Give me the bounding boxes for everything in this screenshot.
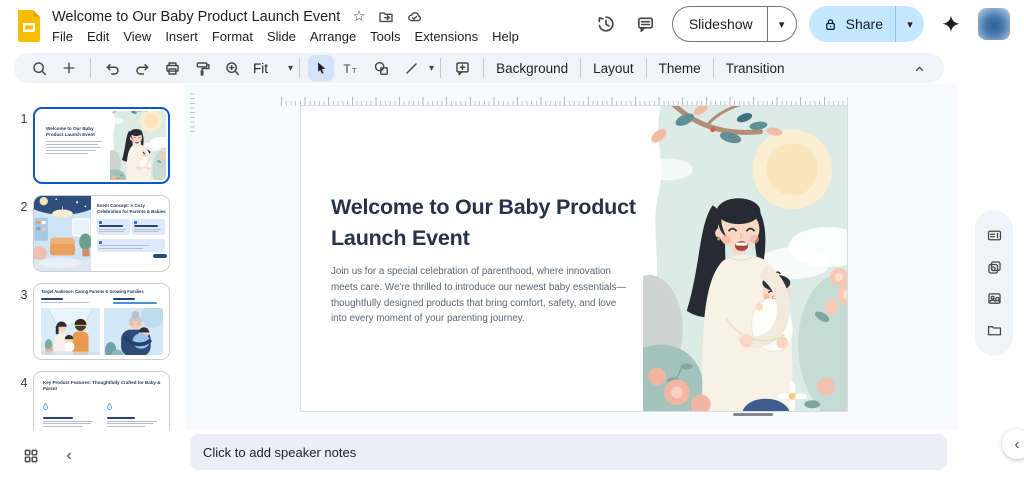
thumb2-pill bbox=[153, 254, 167, 258]
paint-format-icon[interactable] bbox=[189, 55, 215, 81]
copies-at-icon[interactable] bbox=[982, 255, 1006, 279]
main-area: Welcome to Our Baby Product Launch Event… bbox=[0, 84, 1024, 485]
shape-tool-icon[interactable] bbox=[368, 55, 394, 81]
folder-icon[interactable] bbox=[982, 318, 1006, 342]
share-button[interactable]: Share ▾ bbox=[809, 6, 924, 42]
slideshow-button[interactable]: Slideshow ▾ bbox=[672, 6, 797, 42]
theme-button[interactable]: Theme bbox=[653, 61, 707, 76]
print-icon[interactable] bbox=[159, 55, 185, 81]
line-tool-icon[interactable] bbox=[398, 55, 424, 81]
toolbar-divider bbox=[440, 58, 441, 78]
new-slide-icon[interactable] bbox=[56, 55, 82, 81]
slide-thumbnail-3[interactable]: Target Audience: Caring Parents & Growin… bbox=[33, 283, 170, 360]
thumb2-title: Event Concept: A Cozy Celebration for Pa… bbox=[97, 203, 167, 215]
menu-view[interactable]: View bbox=[116, 29, 158, 44]
top-bar: Welcome to Our Baby Product Launch Event… bbox=[0, 0, 1024, 48]
slide-number: 3 bbox=[16, 288, 32, 302]
menu-tools[interactable]: Tools bbox=[363, 29, 407, 44]
thumb2-room-illustration bbox=[34, 196, 91, 271]
comment-history-icon[interactable] bbox=[632, 10, 660, 38]
share-dropdown[interactable]: ▾ bbox=[896, 18, 924, 31]
slide-filmstrip: 1 Welcome to Our Baby Product Launch Eve… bbox=[0, 84, 185, 430]
menu-insert[interactable]: Insert bbox=[158, 29, 205, 44]
slide-thumbnail-1[interactable]: Welcome to Our Baby Product Launch Event bbox=[33, 107, 170, 184]
zoom-fit-select[interactable]: Fit ▾ bbox=[247, 61, 293, 76]
toolbar-divider bbox=[713, 58, 714, 78]
menu-format[interactable]: Format bbox=[205, 29, 260, 44]
menu-help[interactable]: Help bbox=[485, 29, 526, 44]
toolbar-divider bbox=[299, 58, 300, 78]
redo-icon[interactable] bbox=[129, 55, 155, 81]
layout-button[interactable]: Layout bbox=[587, 61, 640, 76]
collapse-toolbar-icon[interactable] bbox=[906, 55, 932, 81]
menu-arrange[interactable]: Arrange bbox=[303, 29, 363, 44]
slides-logo-icon[interactable] bbox=[16, 8, 42, 42]
version-history-icon[interactable] bbox=[592, 10, 620, 38]
slide-canvas: Welcome to Our Baby Product Launch Event… bbox=[185, 84, 958, 430]
undo-icon[interactable] bbox=[99, 55, 125, 81]
current-slide[interactable]: Welcome to Our Baby Product Launch Event… bbox=[300, 105, 848, 412]
select-tool-icon[interactable] bbox=[308, 55, 334, 81]
search-menus-icon[interactable] bbox=[26, 55, 52, 81]
slide-title-line2: Launch Event bbox=[331, 223, 651, 254]
background-button[interactable]: Background bbox=[490, 61, 574, 76]
toolbar-divider bbox=[90, 58, 91, 78]
move-folder-icon[interactable] bbox=[378, 9, 394, 25]
line-tool-caret-icon[interactable]: ▾ bbox=[429, 63, 434, 74]
toolbar: Fit ▾ TT ▾ Background Layout Theme Trans… bbox=[14, 53, 944, 83]
thumb4-title: Key Product Features: Thoughtfully Craft… bbox=[43, 380, 161, 392]
insert-comment-icon[interactable] bbox=[449, 55, 475, 81]
lock-icon bbox=[823, 17, 838, 32]
vertical-ruler bbox=[186, 92, 195, 132]
fit-caret-icon: ▾ bbox=[288, 63, 293, 74]
mother-baby-illustration[interactable] bbox=[643, 106, 847, 411]
menu-extensions[interactable]: Extensions bbox=[408, 29, 486, 44]
droplet-icon bbox=[107, 403, 112, 410]
zoom-in-icon[interactable] bbox=[219, 55, 245, 81]
toolbar-divider bbox=[646, 58, 647, 78]
slide-title-line1: Welcome to Our Baby Product bbox=[331, 192, 651, 223]
droplet-icon bbox=[43, 403, 48, 410]
user-avatar[interactable] bbox=[978, 8, 1010, 40]
collapse-side-panel-button[interactable]: ‹ bbox=[1002, 429, 1024, 459]
slide-number: 2 bbox=[16, 200, 32, 214]
star-icon[interactable]: ☆ bbox=[352, 9, 365, 24]
thumb3-grandma-illustration bbox=[104, 308, 163, 355]
thumb3-family-illustration bbox=[41, 308, 100, 355]
text-box-icon[interactable]: TT bbox=[338, 55, 364, 81]
side-panel bbox=[975, 210, 1013, 356]
image-search-icon[interactable] bbox=[982, 287, 1006, 311]
thumb1-title: Welcome to Our Baby Product Launch Event bbox=[46, 126, 110, 138]
slide-body-textbox[interactable]: Join us for a special celebration of par… bbox=[331, 264, 633, 327]
canvas-scrollbar[interactable] bbox=[733, 413, 773, 416]
contact-card-icon[interactable] bbox=[982, 224, 1006, 248]
bottom-bar: ‹ Click to add speaker notes bbox=[0, 430, 1024, 485]
svg-text:T: T bbox=[352, 65, 357, 74]
menu-bar: File Edit View Insert Format Slide Arran… bbox=[52, 27, 526, 46]
cloud-saved-icon[interactable] bbox=[406, 9, 423, 25]
slideshow-dropdown[interactable]: ▾ bbox=[768, 18, 796, 31]
transition-button[interactable]: Transition bbox=[720, 61, 791, 76]
menu-file[interactable]: File bbox=[52, 29, 80, 44]
thumb3-title: Target Audience: Caring Parents & Growin… bbox=[41, 289, 163, 294]
slide-number: 1 bbox=[16, 112, 32, 126]
toolbar-divider bbox=[580, 58, 581, 78]
slide-number: 4 bbox=[16, 376, 32, 390]
collapse-filmstrip-icon[interactable]: ‹ bbox=[58, 445, 80, 467]
google-slides-app: Welcome to Our Baby Product Launch Event… bbox=[0, 0, 1024, 485]
thumb1-illustration bbox=[110, 111, 166, 180]
gemini-sparkle-icon[interactable] bbox=[936, 9, 966, 39]
menu-edit[interactable]: Edit bbox=[80, 29, 116, 44]
grid-view-icon[interactable] bbox=[18, 443, 44, 469]
document-title[interactable]: Welcome to Our Baby Product Launch Event bbox=[52, 9, 340, 25]
svg-text:T: T bbox=[343, 61, 350, 75]
toolbar-divider bbox=[483, 58, 484, 78]
slide-thumbnail-2[interactable]: Event Concept: A Cozy Celebration for Pa… bbox=[33, 195, 170, 272]
slide-title-textbox[interactable]: Welcome to Our Baby Product Launch Event bbox=[331, 192, 651, 254]
menu-slide[interactable]: Slide bbox=[260, 29, 303, 44]
speaker-notes-input[interactable]: Click to add speaker notes bbox=[190, 434, 947, 470]
